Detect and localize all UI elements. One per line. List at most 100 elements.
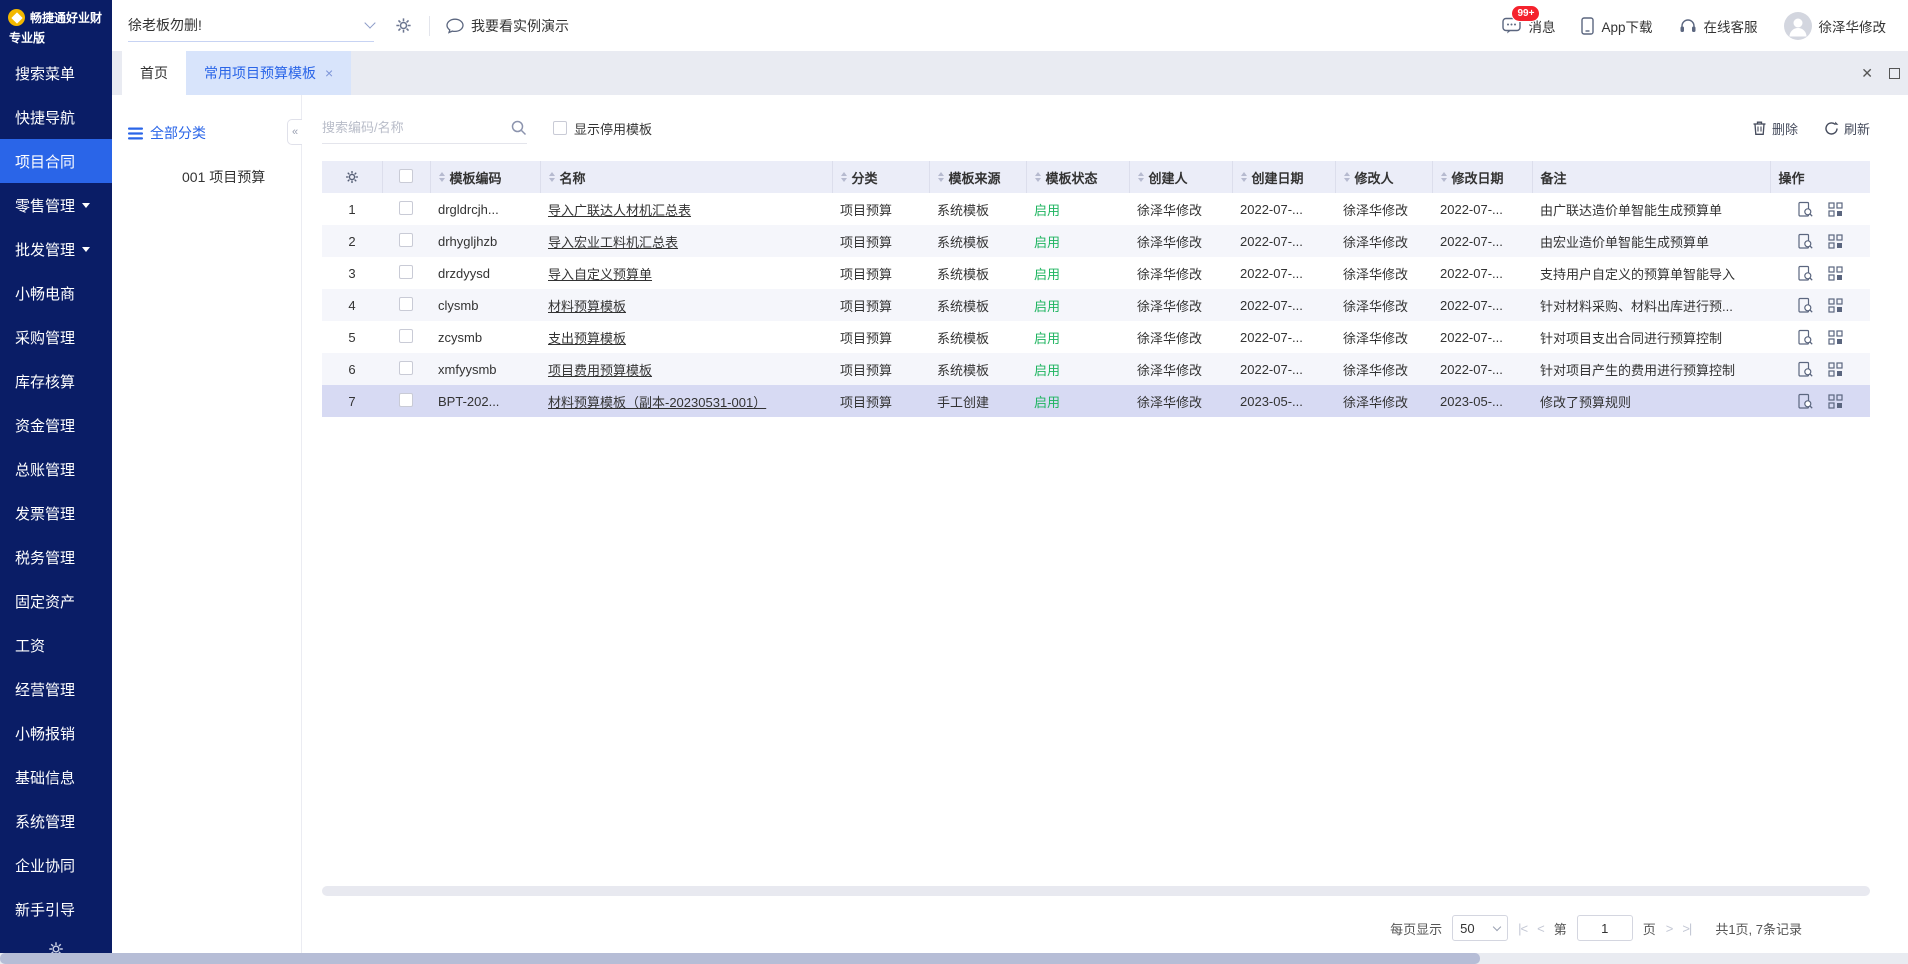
sort-icon[interactable]: [840, 171, 847, 183]
column-header[interactable]: 模板来源: [929, 161, 1027, 193]
column-header[interactable]: 创建日期: [1232, 161, 1336, 193]
page-horizontal-scrollbar[interactable]: [0, 953, 1908, 964]
template-name-link[interactable]: 导入自定义预算单: [548, 267, 652, 282]
sidebar-item[interactable]: 经营管理: [0, 667, 112, 711]
sidebar-item[interactable]: 新手引导: [0, 887, 112, 931]
table-row[interactable]: 3 drzdyysd 导入自定义预算单 项目预算 系统模板 启用 徐泽华修改 2022-07-…: [322, 257, 1870, 289]
show-disabled-toggle[interactable]: 显示停用模板: [553, 119, 652, 138]
show-disabled-checkbox[interactable]: [553, 121, 567, 135]
sort-icon[interactable]: [1137, 171, 1144, 183]
sidebar-item[interactable]: 税务管理: [0, 535, 112, 579]
next-page-button[interactable]: >: [1666, 921, 1674, 936]
sort-icon[interactable]: [1440, 171, 1447, 183]
scrollbar-thumb[interactable]: [0, 953, 1480, 964]
column-header[interactable]: 名称: [540, 161, 833, 193]
column-header[interactable]: 修改人: [1335, 161, 1433, 193]
sidebar-item[interactable]: 小畅报销: [0, 711, 112, 755]
tab-home[interactable]: 首页: [122, 51, 186, 95]
last-page-button[interactable]: >|: [1682, 921, 1692, 936]
search-input[interactable]: [322, 120, 504, 135]
preview-icon[interactable]: [1797, 361, 1814, 378]
grid-icon[interactable]: [1828, 233, 1843, 249]
table-row[interactable]: 4 clysmb 材料预算模板 项目预算 系统模板 启用 徐泽华修改 2022-07-... 徐…: [322, 289, 1870, 321]
sidebar-item[interactable]: 基础信息: [0, 755, 112, 799]
sidebar-item[interactable]: 系统管理: [0, 799, 112, 843]
table-row[interactable]: 7 BPT-202... 材料预算模板（副本-20230531-001） 项目预算 手工…: [322, 385, 1870, 417]
table-row[interactable]: 2 drhygljhzb 导入宏业工料机汇总表 项目预算 系统模板 启用 徐泽华修改 2022…: [322, 225, 1870, 257]
tab-budget-templates[interactable]: 常用项目预算模板 ×: [186, 51, 352, 95]
template-name-link[interactable]: 导入广联达人材机汇总表: [548, 203, 691, 218]
preview-icon[interactable]: [1797, 201, 1814, 218]
template-name-link[interactable]: 材料预算模板（副本-20230531-001）: [548, 395, 766, 410]
sidebar-item[interactable]: 总账管理: [0, 447, 112, 491]
table-horizontal-scrollbar[interactable]: [322, 886, 1870, 896]
row-checkbox[interactable]: [399, 200, 413, 215]
sidebar-item[interactable]: 项目合同: [0, 139, 112, 183]
row-checkbox[interactable]: [399, 328, 413, 343]
table-row[interactable]: 1 drgldrcjh... 导入广联达人材机汇总表 项目预算 系统模板 启用 徐泽华修改 2…: [322, 193, 1870, 225]
refresh-button[interactable]: 刷新: [1824, 119, 1870, 138]
messages-button[interactable]: 99+ 消息: [1502, 5, 1555, 36]
online-service-button[interactable]: 在线客服: [1679, 16, 1758, 36]
app-download-button[interactable]: App下载: [1581, 16, 1653, 36]
sort-icon[interactable]: [1034, 171, 1041, 183]
sidebar-item[interactable]: 快捷导航: [0, 95, 112, 139]
user-menu[interactable]: 徐泽华修改: [1783, 11, 1886, 40]
delete-button[interactable]: 删除: [1752, 119, 1798, 138]
column-header[interactable]: 分类: [832, 161, 930, 193]
grid-icon[interactable]: [1828, 393, 1843, 409]
column-header[interactable]: 创建人: [1129, 161, 1233, 193]
page-number-input[interactable]: [1576, 915, 1633, 941]
grid-icon[interactable]: [1828, 329, 1843, 345]
preview-icon[interactable]: [1797, 265, 1814, 282]
sort-icon[interactable]: [548, 171, 555, 183]
template-name-link[interactable]: 支出预算模板: [548, 331, 626, 346]
sidebar-item[interactable]: 采购管理: [0, 315, 112, 359]
template-name-link[interactable]: 材料预算模板: [548, 299, 626, 314]
sidebar-item[interactable]: 资金管理: [0, 403, 112, 447]
sort-icon[interactable]: [1343, 171, 1350, 183]
grid-icon[interactable]: [1828, 297, 1843, 313]
row-checkbox[interactable]: [399, 392, 413, 407]
table-row[interactable]: 5 zcysmb 支出预算模板 项目预算 系统模板 启用 徐泽华修改 2022-07-... 徐…: [322, 321, 1870, 353]
select-all-checkbox[interactable]: [399, 168, 413, 183]
tab-close-icon[interactable]: ×: [325, 66, 333, 80]
row-checkbox[interactable]: [399, 264, 413, 279]
close-icon[interactable]: ✕: [1861, 65, 1873, 82]
sidebar-item[interactable]: 工资: [0, 623, 112, 667]
first-page-button[interactable]: |<: [1518, 921, 1528, 936]
column-header[interactable]: 修改日期: [1432, 161, 1533, 193]
prev-page-button[interactable]: <: [1537, 921, 1545, 936]
column-settings-header[interactable]: [322, 161, 383, 193]
preview-icon[interactable]: [1797, 329, 1814, 346]
column-header[interactable]: 模板状态: [1026, 161, 1130, 193]
preview-icon[interactable]: [1797, 233, 1814, 250]
row-checkbox[interactable]: [399, 232, 413, 247]
sidebar-item[interactable]: 发票管理: [0, 491, 112, 535]
preview-icon[interactable]: [1797, 297, 1814, 314]
sort-icon[interactable]: [1240, 171, 1247, 183]
settings-gear-button[interactable]: [394, 16, 413, 35]
sidebar-item[interactable]: 零售管理: [0, 183, 112, 227]
template-name-link[interactable]: 导入宏业工料机汇总表: [548, 235, 678, 250]
sidebar-item[interactable]: 库存核算: [0, 359, 112, 403]
search-icon[interactable]: [510, 119, 527, 136]
sidebar-item[interactable]: 企业协同: [0, 843, 112, 887]
grid-icon[interactable]: [1828, 265, 1843, 281]
sidebar-item[interactable]: 批发管理: [0, 227, 112, 271]
row-checkbox[interactable]: [399, 360, 413, 375]
grid-icon[interactable]: [1828, 361, 1843, 377]
category-panel-header[interactable]: 全部分类: [112, 123, 301, 143]
sidebar-item[interactable]: 搜索菜单: [0, 51, 112, 95]
row-checkbox[interactable]: [399, 296, 413, 311]
grid-icon[interactable]: [1828, 201, 1843, 217]
column-header[interactable]: 模板编码: [430, 161, 541, 193]
category-item[interactable]: 001 项目预算: [112, 167, 301, 187]
demo-link[interactable]: 我要看实例演示: [446, 16, 569, 36]
table-row[interactable]: 6 xmfyysmb 项目费用预算模板 项目预算 系统模板 启用 徐泽华修改 2022-07-…: [322, 353, 1870, 385]
sidebar-item[interactable]: 小畅电商: [0, 271, 112, 315]
maximize-icon[interactable]: [1889, 67, 1900, 79]
page-size-select[interactable]: 50: [1452, 915, 1509, 941]
sidebar-item[interactable]: 固定资产: [0, 579, 112, 623]
sort-icon[interactable]: [438, 171, 445, 183]
